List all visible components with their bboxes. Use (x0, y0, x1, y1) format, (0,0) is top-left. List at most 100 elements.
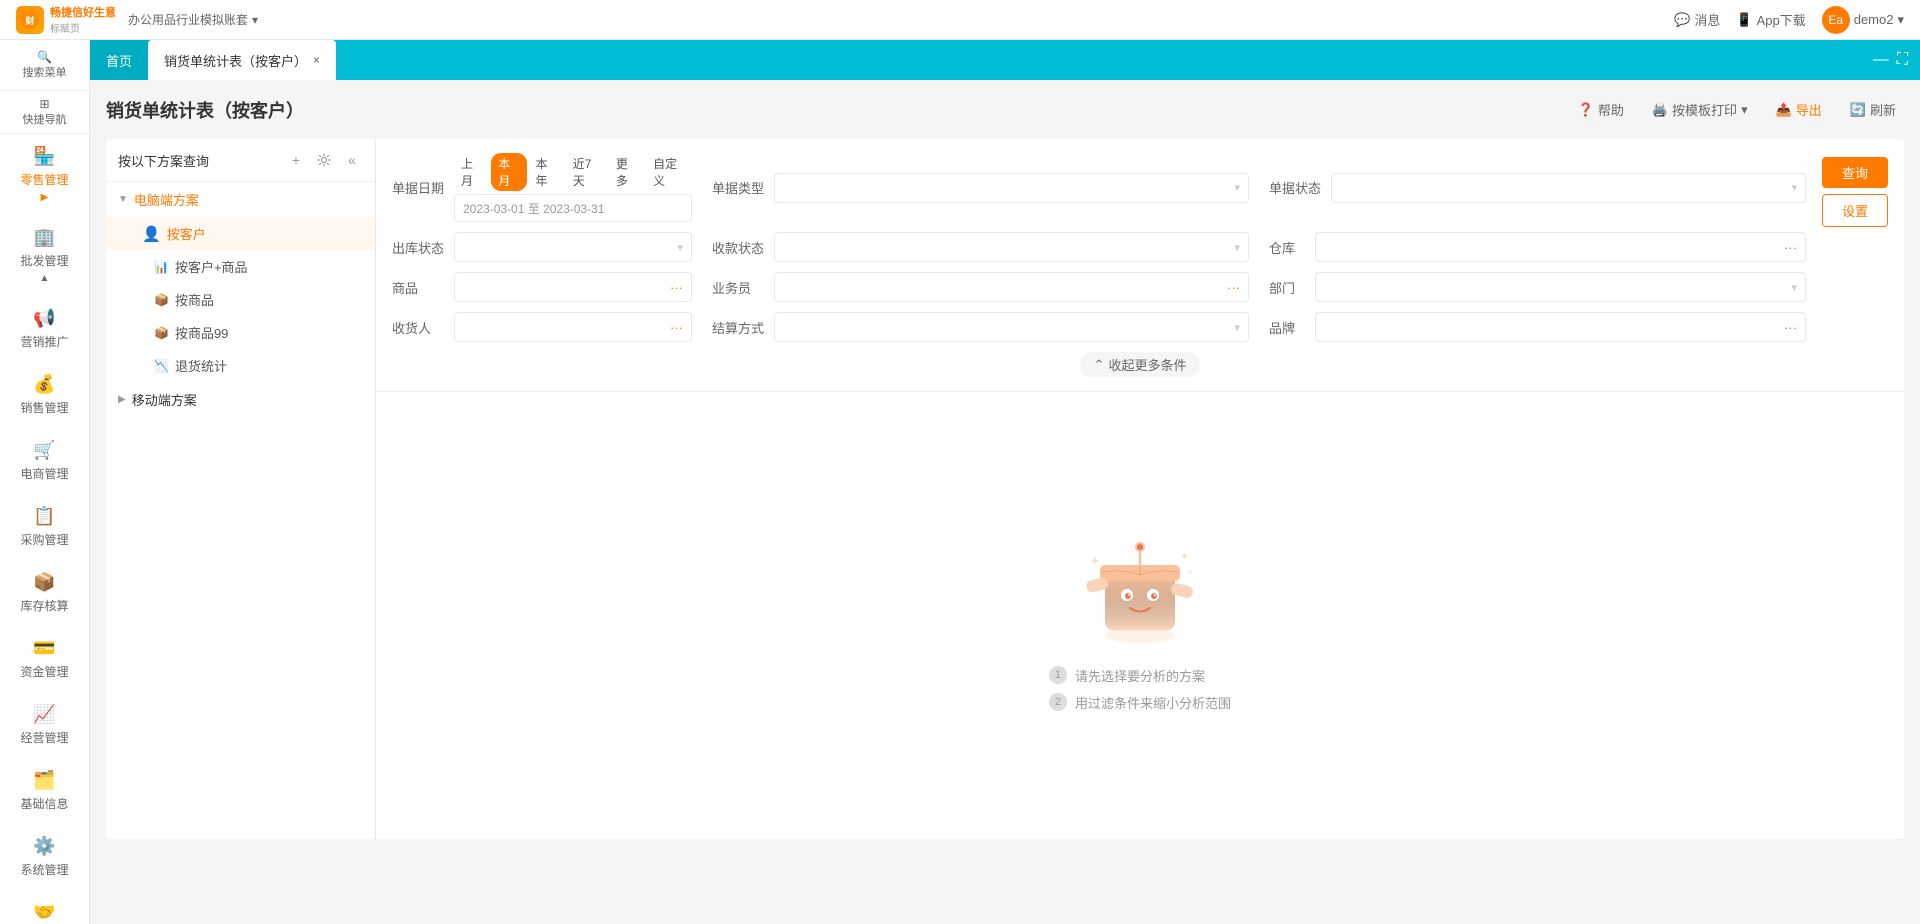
dept-dropdown-icon: ▾ (1791, 281, 1797, 294)
scheme-item-by-goods99[interactable]: 📦 按商品99 (106, 316, 375, 349)
date-tab-last-month[interactable]: 上月 (454, 153, 489, 191)
chevron-down-icon: ▾ (252, 13, 258, 27)
sales-icon: 💰 (33, 374, 55, 395)
system-icon: ⚙️ (33, 836, 55, 857)
tip-text-2: 用过滤条件来缩小分析范围 (1075, 693, 1231, 712)
chevron-up-icon: ▲ (40, 273, 50, 284)
dropdown-icon: ▾ (1234, 181, 1240, 194)
scheme-item-by-customer[interactable]: 👤 按客户 (106, 217, 375, 250)
sidebar-item-ecommerce[interactable]: 🛒 电商管理 (0, 428, 89, 494)
print-chevron-icon: ▾ (1741, 102, 1748, 118)
home-tab[interactable]: 首页 (90, 40, 148, 80)
scheme-mobile-arrow-icon: ▶ (118, 394, 126, 405)
svg-text:财: 财 (24, 15, 34, 26)
empty-tips: 1 请先选择要分析的方案 2 用过滤条件来缩小分析范围 (1049, 666, 1231, 712)
sidebar-item-system[interactable]: ⚙️ 系统管理 (0, 824, 89, 890)
scheme-item-return-stats[interactable]: 📉 退货统计 (106, 349, 375, 382)
order-type-input[interactable]: ▾ (774, 173, 1249, 203)
scheme-add-button[interactable]: + (285, 149, 307, 171)
user-menu[interactable]: Ea demo2 ▾ (1822, 6, 1904, 34)
filter-with-buttons: 单据日期 上月 本月 本年 近7天 (392, 153, 1888, 342)
date-filter-item: 单据日期 上月 本月 本年 近7天 (392, 153, 692, 222)
sidebar-item-sales[interactable]: 💰 销售管理 (0, 362, 89, 428)
setting-button[interactable]: 设置 (1822, 194, 1888, 227)
scheme-sub-item-label4: 退货统计 (175, 356, 227, 375)
scheme-sub-item-label: 按客户+商品 (175, 257, 248, 276)
order-status-label: 单据状态 (1269, 178, 1325, 197)
warehouse-input[interactable]: ··· (1315, 232, 1806, 262)
chart-icon: 📊 (154, 260, 169, 274)
refresh-button[interactable]: 🔄 刷新 (1842, 96, 1904, 123)
ship-status-input[interactable]: ▾ (454, 232, 692, 262)
tab-minimize-button[interactable]: — (1873, 51, 1889, 69)
download-icon: 📱 (1736, 12, 1752, 28)
sidebar-item-inventory[interactable]: 📦 库存核算 (0, 560, 89, 626)
sidebar-item-operations[interactable]: 📈 经营管理 (0, 692, 89, 758)
app-selector[interactable]: 办公用品行业模拟账套 ▾ (128, 11, 258, 28)
collapse-button[interactable]: ⌃ 收起更多条件 (1080, 352, 1201, 377)
scheme-group-mobile-header[interactable]: ▶ 移动端方案 (106, 382, 375, 417)
print-button[interactable]: 🖨️ 按模板打印 ▾ (1644, 96, 1756, 123)
payment-status-input[interactable]: ▾ (774, 232, 1249, 262)
salesperson-input[interactable]: ··· (774, 272, 1249, 302)
scheme-group-desktop-header[interactable]: ▼ 电脑端方案 (106, 182, 375, 217)
receiver-label: 收货人 (392, 318, 448, 337)
filter-row-2: 出库状态 ▾ (392, 232, 1806, 262)
help-button[interactable]: ❓ 帮助 (1570, 96, 1632, 123)
dropdown-icon2: ▾ (1791, 181, 1797, 194)
scheme-item-customer-goods[interactable]: 📊 按客户+商品 (106, 250, 375, 283)
app-download-button[interactable]: 📱 App下载 (1736, 10, 1805, 29)
tip-number-2: 2 (1049, 693, 1067, 711)
help-icon: ❓ (1578, 102, 1594, 118)
tab-close-button[interactable]: × (313, 53, 320, 67)
goods-input[interactable]: ··· (454, 272, 692, 302)
sidebar-item-purchase[interactable]: 📋 采购管理 (0, 494, 89, 560)
page-title: 销货单统计表（按客户） (106, 97, 304, 123)
sidebar-item-finance[interactable]: 💳 资金管理 (0, 626, 89, 692)
receiver-input[interactable]: ··· (454, 312, 692, 342)
scheme-settings-button[interactable] (313, 149, 335, 171)
tip-number-1: 1 (1049, 666, 1067, 684)
date-tab-this-month[interactable]: 本月 (491, 153, 526, 191)
order-status-input[interactable]: ▾ (1331, 173, 1806, 203)
export-button[interactable]: 📤 导出 (1768, 96, 1830, 123)
receiver-filter: 收货人 ··· (392, 312, 692, 342)
department-input[interactable]: ▾ (1315, 272, 1806, 302)
logo-icon: 财 (16, 6, 44, 34)
filter-row-3: 商品 ··· (392, 272, 1806, 302)
date-range-value: 2023-03-01 至 2023-03-31 (463, 200, 604, 217)
sidebar-item-enterprise[interactable]: 🤝 企业协同 (0, 890, 89, 924)
app-selector-label: 办公用品行业模拟账套 (128, 11, 248, 28)
tab-bar: 首页 销货单统计表（按客户） × — ⛶ (90, 40, 1920, 80)
date-tab-custom[interactable]: 自定义 (646, 153, 692, 191)
receiver-more-icon: ··· (670, 320, 683, 335)
retail-icon: 🏪 (33, 146, 55, 167)
operations-icon: 📈 (33, 704, 55, 725)
date-tab-7days[interactable]: 近7天 (566, 153, 607, 191)
scheme-mobile-label: 移动端方案 (132, 390, 197, 409)
tab-maximize-button[interactable]: ⛶ (1897, 51, 1908, 69)
date-tab-more[interactable]: 更多 (609, 153, 644, 191)
filter-row-4: 收货人 ··· (392, 312, 1806, 342)
active-tab[interactable]: 销货单统计表（按客户） × (148, 40, 336, 80)
sidebar-quick-nav[interactable]: ⊞ 快捷导航 (0, 91, 89, 134)
payment-status-label: 收款状态 (712, 238, 768, 257)
settlement-input[interactable]: ▾ (774, 312, 1249, 342)
date-tab-this-year[interactable]: 本年 (529, 153, 564, 191)
sidebar-item-wholesale[interactable]: 🏢 批发管理 ▲ (0, 215, 89, 296)
brand-input[interactable]: ··· (1315, 312, 1806, 342)
query-button[interactable]: 查询 (1822, 157, 1888, 188)
filter-buttons: 查询 设置 (1822, 153, 1888, 227)
sidebar-item-marketing[interactable]: 📢 营销推广 (0, 296, 89, 362)
order-type-label: 单据类型 (712, 178, 768, 197)
sidebar-search[interactable]: 🔍 搜索菜单 (0, 40, 89, 91)
sidebar-item-base[interactable]: 🗂️ 基础信息 (0, 758, 89, 824)
scheme-sub-item-label2: 按商品 (175, 290, 214, 309)
sidebar-item-retail[interactable]: 🏪 零售管理 ▶ (0, 134, 89, 215)
date-range-input[interactable]: 2023-03-01 至 2023-03-31 (454, 194, 692, 222)
scheme-item-by-goods[interactable]: 📦 按商品 (106, 283, 375, 316)
message-button[interactable]: 💬 消息 (1674, 10, 1720, 29)
scheme-collapse-button[interactable]: « (341, 149, 363, 171)
goods-filter-label: 商品 (392, 278, 448, 297)
main-panel: 按以下方案查询 + « (106, 139, 1904, 839)
